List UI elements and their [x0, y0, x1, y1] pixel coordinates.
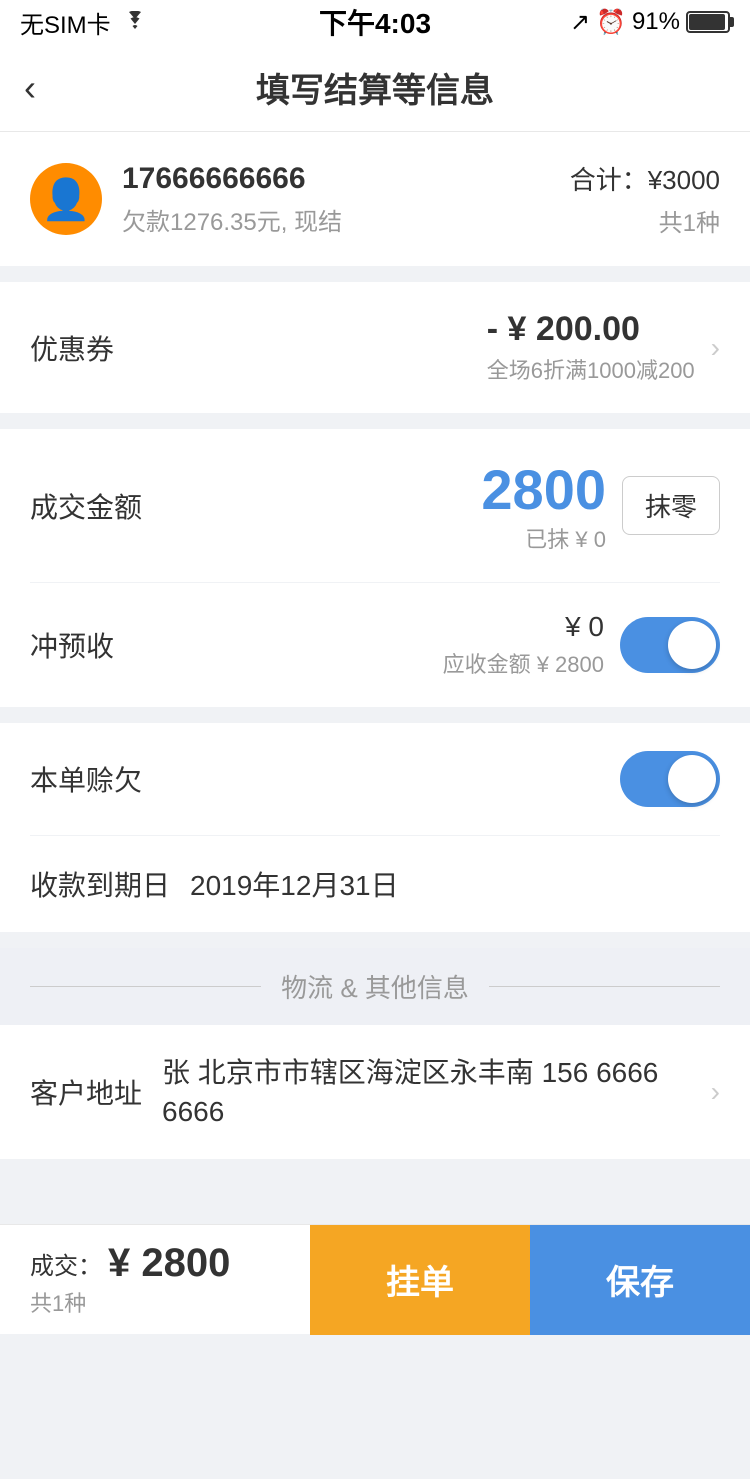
location-icon: ↗ [570, 8, 590, 37]
deal-amount-value: 2800 [481, 457, 606, 522]
battery-percent: 91% [632, 8, 680, 36]
credit-row: 本单赊欠 [30, 723, 720, 836]
credit-toggle[interactable] [620, 751, 720, 807]
section-line-left [30, 986, 261, 987]
total-label: 合计：¥3000 [570, 160, 720, 197]
battery-icon [686, 11, 730, 33]
coupon-card: 优惠券 - ¥ 200.00 全场6折满1000减200 › [0, 282, 750, 413]
prepaid-label: 冲预收 [30, 625, 114, 665]
coupon-sub: 全场6折满1000减200 [487, 353, 695, 385]
bottom-total-label: 成交： ¥ 2800 [30, 1241, 280, 1286]
alarm-icon: ⏰ [596, 8, 626, 37]
credit-card: 本单赊欠 收款到期日 2019年12月31日 [0, 723, 750, 932]
total-count: 共1种 [570, 203, 720, 238]
user-info: 17666666666 欠款1276.35元, 现结 [122, 162, 342, 237]
coupon-right: - ¥ 200.00 全场6折满1000减200 › [487, 310, 720, 385]
due-date-label: 收款到期日 [30, 864, 170, 904]
section-divider-2 [0, 707, 750, 723]
section-divider-3 [0, 932, 750, 948]
prepaid-sub: 应收金额 ¥ 2800 [443, 647, 604, 679]
prepaid-row: 冲预收 ¥ 0 应收金额 ¥ 2800 [30, 583, 720, 707]
bottom-bar: 成交： ¥ 2800 共1种 挂单 保存 [0, 1224, 750, 1334]
address-row[interactable]: 客户地址 张 北京市市辖区海淀区永丰南 156 6666 6666 › [0, 1025, 750, 1159]
section-label-row: 物流 & 其他信息 [0, 948, 750, 1025]
address-label: 客户地址 [30, 1072, 142, 1112]
avatar-icon: 👤 [41, 176, 91, 223]
prepaid-value: ¥ 0 [443, 611, 604, 643]
section-label-text: 物流 & 其他信息 [281, 968, 469, 1005]
status-right: ↗ ⏰ 91% [570, 8, 730, 37]
credit-toggle-knob [668, 755, 716, 803]
credit-right [620, 751, 720, 807]
due-date-value: 2019年12月31日 [190, 864, 399, 904]
deal-amount-right: 2800 已抹 ¥ 0 抹零 [481, 457, 720, 554]
carrier-text: 无SIM卡 [20, 5, 111, 40]
status-bar: 无SIM卡 下午4:03 ↗ ⏰ 91% [0, 0, 750, 44]
hold-button[interactable]: 挂单 [310, 1225, 530, 1335]
round-zero-button[interactable]: 抹零 [622, 476, 720, 535]
toggle-knob [668, 621, 716, 669]
user-card: 👤 17666666666 欠款1276.35元, 现结 合计：¥3000 共1… [0, 132, 750, 266]
coupon-label: 优惠券 [30, 328, 114, 368]
status-left: 无SIM卡 [20, 5, 151, 40]
page-title: 填写结算等信息 [256, 63, 494, 112]
nav-bar: ‹ 填写结算等信息 [0, 44, 750, 132]
coupon-value: - ¥ 200.00 [487, 310, 695, 349]
bottom-total-amount: ¥ 2800 [108, 1241, 230, 1286]
avatar: 👤 [30, 163, 102, 235]
address-chevron-icon: › [711, 1076, 720, 1108]
deal-amount-row: 成交金额 2800 已抹 ¥ 0 抹零 [30, 429, 720, 583]
address-value: 张 北京市市辖区海淀区永丰南 156 6666 6666 [162, 1053, 695, 1131]
user-phone: 17666666666 [122, 162, 342, 196]
status-time: 下午4:03 [319, 2, 431, 42]
wifi-icon [119, 11, 151, 33]
user-right: 合计：¥3000 共1种 [570, 160, 720, 238]
section-line-right [489, 986, 720, 987]
back-button[interactable]: ‹ [24, 67, 36, 109]
credit-label: 本单赊欠 [30, 759, 142, 799]
user-left: 👤 17666666666 欠款1276.35元, 现结 [30, 162, 342, 237]
coupon-chevron-icon: › [711, 332, 720, 364]
bottom-total: 成交： ¥ 2800 共1种 [0, 1241, 310, 1318]
deal-amount-card: 成交金额 2800 已抹 ¥ 0 抹零 冲预收 ¥ 0 应收金额 ¥ 2800 [0, 429, 750, 707]
coupon-row[interactable]: 优惠券 - ¥ 200.00 全场6折满1000减200 › [30, 282, 720, 413]
prepaid-right: ¥ 0 应收金额 ¥ 2800 [443, 611, 720, 679]
prepaid-toggle[interactable] [620, 617, 720, 673]
save-button[interactable]: 保存 [530, 1225, 750, 1335]
section-divider-1 [0, 413, 750, 429]
deal-amount-label: 成交金额 [30, 486, 142, 526]
user-debt: 欠款1276.35元, 现结 [122, 202, 342, 237]
bottom-total-count: 共1种 [30, 1286, 280, 1318]
due-date-row: 收款到期日 2019年12月31日 [30, 836, 720, 932]
deal-amount-sub: 已抹 ¥ 0 [481, 522, 606, 554]
